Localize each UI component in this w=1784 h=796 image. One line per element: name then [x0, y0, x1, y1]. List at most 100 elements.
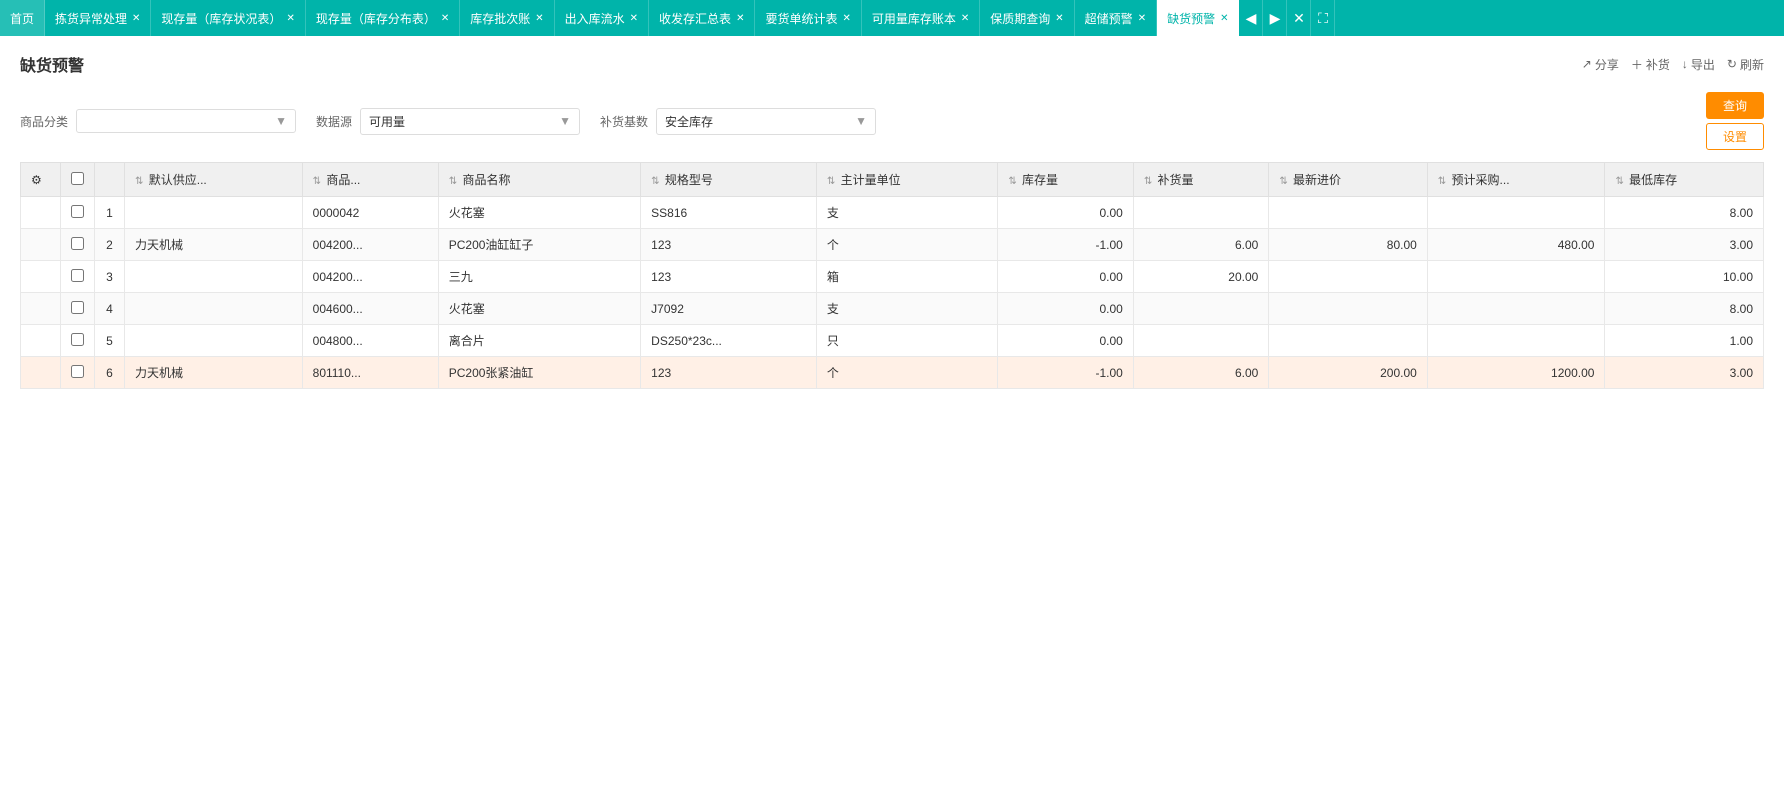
datasource-select[interactable]: 可用量 ▼: [360, 108, 580, 135]
row-num: 6: [95, 357, 125, 389]
close-tab-recv-summary[interactable]: ✕: [736, 13, 744, 24]
row-replenish: 20.00: [1133, 261, 1269, 293]
tab-home[interactable]: 首页: [0, 0, 45, 36]
export-btn[interactable]: ↓ 导出: [1682, 56, 1715, 73]
close-tab-available-ledger[interactable]: ✕: [961, 13, 969, 24]
select-all-checkbox[interactable]: [71, 172, 84, 185]
row-name: 火花塞: [438, 293, 640, 325]
row-name: 离合片: [438, 325, 640, 357]
row-gear-cell: [21, 357, 61, 389]
row-checkbox[interactable]: [71, 333, 84, 346]
row-checkbox[interactable]: [71, 301, 84, 314]
share-btn[interactable]: ↗ 分享: [1582, 56, 1619, 73]
close-tab-shortage-warn[interactable]: ✕: [1220, 13, 1228, 24]
row-min-stock: 3.00: [1605, 229, 1764, 261]
th-est-purchase[interactable]: ⇅ 预计采购...: [1427, 163, 1605, 197]
row-supplier: 力天机械: [125, 357, 303, 389]
row-num: 5: [95, 325, 125, 357]
sort-name-icon: ⇅: [449, 176, 457, 187]
query-button[interactable]: 查询: [1706, 92, 1764, 119]
th-check[interactable]: [61, 163, 95, 197]
th-stock[interactable]: ⇅ 库存量: [998, 163, 1134, 197]
base-label: 补货基数: [600, 113, 648, 130]
tab-shortage-warn[interactable]: 缺货预警 ✕: [1157, 0, 1239, 36]
row-spec: 123: [641, 229, 817, 261]
row-est-purchase: [1427, 293, 1605, 325]
row-checkbox[interactable]: [71, 365, 84, 378]
th-spec[interactable]: ⇅ 规格型号: [641, 163, 817, 197]
tab-inventory-status[interactable]: 现存量（库存状况表） ✕: [151, 0, 305, 36]
row-checkbox-cell[interactable]: [61, 325, 95, 357]
close-tab-inventory-status[interactable]: ✕: [286, 13, 294, 24]
row-unit: 只: [816, 325, 997, 357]
tab-close-all-btn[interactable]: ✕: [1287, 0, 1311, 36]
close-tab-inventory-dist[interactable]: ✕: [441, 13, 449, 24]
row-checkbox-cell[interactable]: [61, 197, 95, 229]
tab-inventory-dist[interactable]: 现存量（库存分布表） ✕: [306, 0, 460, 36]
row-min-stock: 8.00: [1605, 197, 1764, 229]
sort-unit-icon: ⇅: [827, 176, 835, 187]
row-checkbox[interactable]: [71, 237, 84, 250]
row-checkbox[interactable]: [71, 205, 84, 218]
tab-fullscreen-btn[interactable]: ⛶: [1311, 0, 1335, 36]
filter-bar: 商品分类 ▼ 数据源 可用量 ▼ 补货基数 安全库存 ▼ 查询 设置: [20, 92, 1764, 150]
th-replenish[interactable]: ⇅ 补货量: [1133, 163, 1269, 197]
close-tab-demand-stats[interactable]: ✕: [842, 13, 850, 24]
table-row: 2 力天机械 004200... PC200油缸缸子 123 个 -1.00 6…: [21, 229, 1764, 261]
tab-prev-btn[interactable]: ◀: [1239, 0, 1263, 36]
tab-batch-account[interactable]: 库存批次账 ✕: [460, 0, 554, 36]
sort-supplier-icon: ⇅: [135, 176, 143, 187]
setting-button[interactable]: 设置: [1706, 123, 1764, 150]
row-latest-price: 200.00: [1269, 357, 1427, 389]
close-tab-exception[interactable]: ✕: [132, 13, 140, 24]
th-name[interactable]: ⇅ 商品名称: [438, 163, 640, 197]
row-spec: 123: [641, 261, 817, 293]
table-row: 5 004800... 离合片 DS250*23c... 只 0.00 1.00: [21, 325, 1764, 357]
close-tab-overstock-warn[interactable]: ✕: [1138, 13, 1146, 24]
datasource-value: 可用量: [369, 113, 405, 130]
tab-next-btn[interactable]: ▶: [1263, 0, 1287, 36]
tab-inout-flow[interactable]: 出入库流水 ✕: [555, 0, 649, 36]
base-select[interactable]: 安全库存 ▼: [656, 108, 876, 135]
row-checkbox-cell[interactable]: [61, 293, 95, 325]
row-checkbox-cell[interactable]: [61, 261, 95, 293]
th-min-stock[interactable]: ⇅ 最低库存: [1605, 163, 1764, 197]
row-est-purchase: [1427, 197, 1605, 229]
close-tab-expiry-query[interactable]: ✕: [1055, 13, 1063, 24]
row-checkbox-cell[interactable]: [61, 357, 95, 389]
base-value: 安全库存: [665, 113, 713, 130]
refresh-btn[interactable]: ↻ 刷新: [1727, 56, 1764, 73]
row-est-purchase: [1427, 325, 1605, 357]
close-tab-inout-flow[interactable]: ✕: [630, 13, 638, 24]
tab-expiry-query[interactable]: 保质期查询 ✕: [980, 0, 1074, 36]
th-unit[interactable]: ⇅ 主计量单位: [816, 163, 997, 197]
row-checkbox-cell[interactable]: [61, 229, 95, 261]
row-stock: -1.00: [998, 357, 1134, 389]
replenish-btn[interactable]: ＋ 补货: [1631, 56, 1670, 73]
datasource-label: 数据源: [316, 113, 352, 130]
th-code[interactable]: ⇅ 商品...: [302, 163, 438, 197]
tab-recv-summary[interactable]: 收发存汇总表 ✕: [649, 0, 755, 36]
tab-exception[interactable]: 拣货异常处理 ✕: [45, 0, 151, 36]
tab-overstock-warn[interactable]: 超储预警 ✕: [1075, 0, 1157, 36]
sort-replenish-icon: ⇅: [1144, 176, 1152, 187]
row-replenish: 6.00: [1133, 229, 1269, 261]
refresh-icon: ↻: [1727, 57, 1737, 71]
close-tab-batch-account[interactable]: ✕: [535, 13, 543, 24]
category-select[interactable]: ▼: [76, 109, 296, 133]
tab-demand-stats[interactable]: 要货单统计表 ✕: [755, 0, 861, 36]
row-replenish: [1133, 325, 1269, 357]
th-supplier[interactable]: ⇅ 默认供应...: [125, 163, 303, 197]
category-arrow-icon: ▼: [275, 114, 287, 128]
sort-stock-icon: ⇅: [1008, 176, 1016, 187]
row-code: 0000042: [302, 197, 438, 229]
row-gear-cell: [21, 229, 61, 261]
row-checkbox[interactable]: [71, 269, 84, 282]
sort-spec-icon: ⇅: [651, 176, 659, 187]
th-latest-price[interactable]: ⇅ 最新进价: [1269, 163, 1427, 197]
row-num: 1: [95, 197, 125, 229]
th-gear[interactable]: ⚙: [21, 163, 61, 197]
tab-available-ledger[interactable]: 可用量库存账本 ✕: [862, 0, 980, 36]
row-num: 3: [95, 261, 125, 293]
row-min-stock: 1.00: [1605, 325, 1764, 357]
